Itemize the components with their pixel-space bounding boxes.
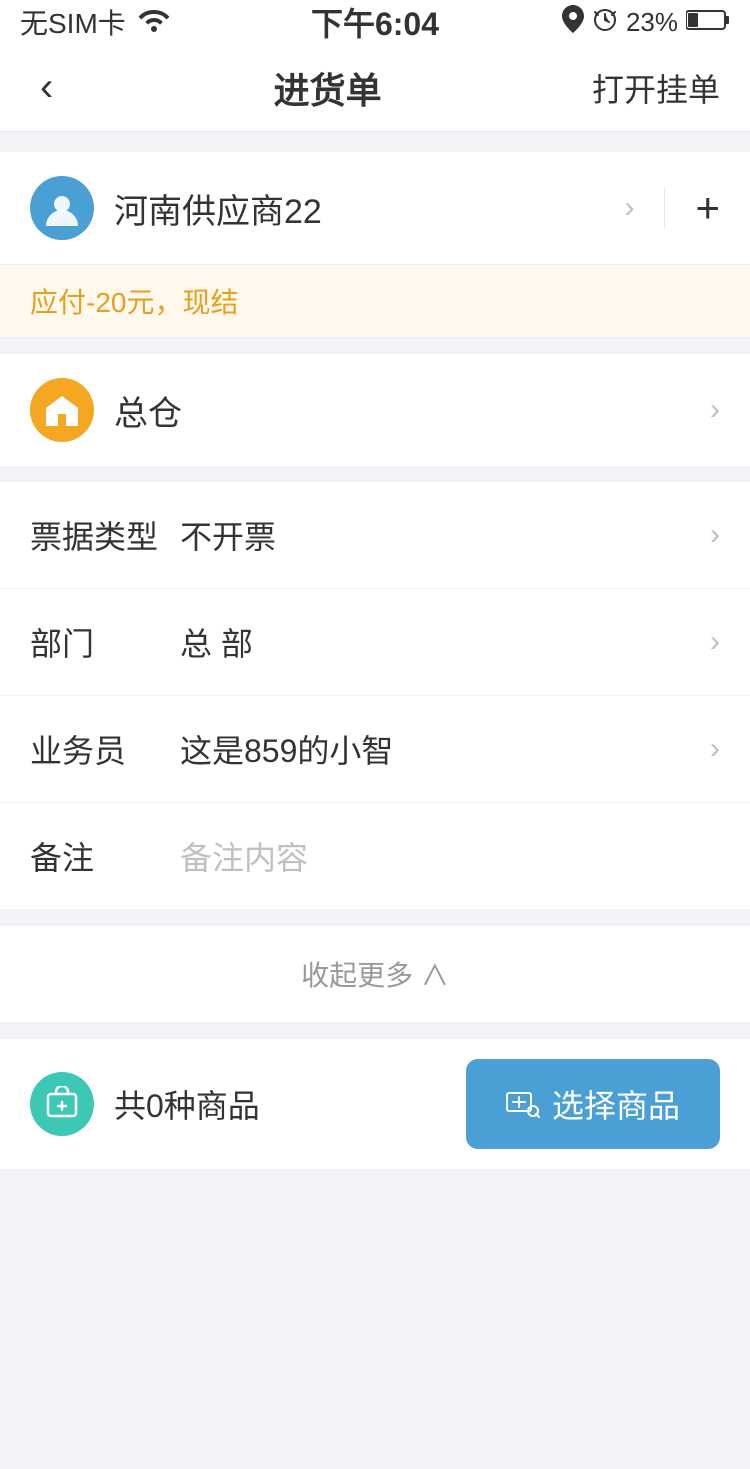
- remark-label: 备注: [30, 833, 160, 879]
- status-time: 下午6:04: [311, 0, 439, 45]
- alarm-icon: [592, 6, 618, 39]
- form-row-salesperson[interactable]: 业务员 这是859的小智 ›: [0, 696, 750, 803]
- select-product-button[interactable]: 选择商品: [466, 1059, 720, 1149]
- salesperson-chevron-icon: ›: [710, 732, 720, 766]
- section-gap-2: [0, 338, 750, 354]
- supplier-add-button[interactable]: +: [695, 184, 720, 232]
- supplier-row[interactable]: 河南供应商22 › +: [0, 152, 750, 265]
- section-gap-1: [0, 132, 750, 152]
- status-bar: 无SIM卡 下午6:04 23%: [0, 0, 750, 44]
- supplier-section: 河南供应商22 › + 应付-20元，现结: [0, 152, 750, 338]
- wifi-icon: [136, 6, 172, 39]
- open-pending-button[interactable]: 打开挂单: [592, 65, 720, 111]
- alert-text: 应付-20元，现结: [30, 287, 238, 318]
- product-count: 共0种商品: [114, 1081, 466, 1127]
- alert-row: 应付-20元，现结: [0, 265, 750, 338]
- warehouse-chevron-icon: ›: [710, 393, 720, 427]
- status-right: 23%: [562, 5, 730, 40]
- nav-bar: ‹ 进货单 打开挂单: [0, 44, 750, 132]
- warehouse-row[interactable]: 总仓 ›: [0, 354, 750, 466]
- bottom-bar: 共0种商品 选择商品: [0, 1039, 750, 1169]
- warehouse-icon: [30, 378, 94, 442]
- location-icon: [562, 5, 584, 40]
- form-row-invoice[interactable]: 票据类型 不开票 ›: [0, 482, 750, 589]
- department-value: 总 部: [180, 619, 710, 665]
- content-area: 河南供应商22 › + 应付-20元，现结 总仓 › 票据类型 不开票 ›: [0, 132, 750, 1469]
- invoice-chevron-icon: ›: [710, 518, 720, 552]
- warehouse-section: 总仓 ›: [0, 354, 750, 466]
- supplier-name: 河南供应商22: [114, 184, 624, 233]
- department-chevron-icon: ›: [710, 625, 720, 659]
- invoice-value: 不开票: [180, 512, 710, 558]
- department-label: 部门: [30, 619, 160, 665]
- warehouse-name: 总仓: [114, 386, 710, 435]
- form-section: 票据类型 不开票 › 部门 总 部 › 业务员 这是859的小智 › 备注 备注…: [0, 482, 750, 909]
- status-left: 无SIM卡: [20, 2, 172, 42]
- salesperson-label: 业务员: [30, 726, 160, 772]
- invoice-label: 票据类型: [30, 512, 160, 558]
- carrier-label: 无SIM卡: [20, 2, 126, 42]
- product-icon: [30, 1072, 94, 1136]
- supplier-chevron-icon: ›: [624, 191, 634, 225]
- collapse-row[interactable]: 收起更多 ∧: [0, 925, 750, 1023]
- back-button[interactable]: ‹: [30, 55, 63, 120]
- form-row-remark[interactable]: 备注 备注内容: [0, 803, 750, 909]
- page-title: 进货单: [274, 62, 382, 114]
- select-product-label: 选择商品: [552, 1081, 680, 1127]
- supplier-divider: [664, 188, 665, 228]
- page-background: [0, 1169, 750, 1469]
- supplier-avatar: [30, 176, 94, 240]
- salesperson-value: 这是859的小智: [180, 726, 710, 772]
- battery-icon: [686, 7, 730, 38]
- form-row-department[interactable]: 部门 总 部 ›: [0, 589, 750, 696]
- battery-label: 23%: [626, 7, 678, 38]
- remark-value: 备注内容: [180, 833, 720, 879]
- collapse-label: 收起更多 ∧: [301, 954, 449, 994]
